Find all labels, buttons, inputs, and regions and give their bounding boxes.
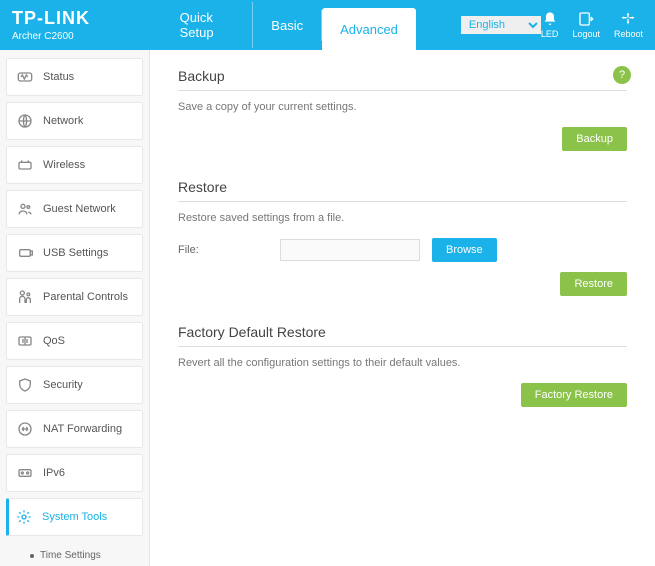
backup-section: Backup Save a copy of your current setti…: [178, 68, 627, 151]
sidebar-item-guest[interactable]: Guest Network: [6, 190, 143, 228]
sidebar-item-nat[interactable]: NAT Forwarding: [6, 410, 143, 448]
sidebar-item-status[interactable]: Status: [6, 58, 143, 96]
ipv6-icon: [17, 465, 33, 481]
logout-icon: [578, 11, 594, 27]
backup-title: Backup: [178, 68, 627, 91]
sidebar-item-parental[interactable]: Parental Controls: [6, 278, 143, 316]
sidebar-item-security[interactable]: Security: [6, 366, 143, 404]
brand-text: TP-LINK: [12, 8, 144, 29]
language-dropdown[interactable]: English: [461, 16, 541, 34]
model-text: Archer C2600: [12, 31, 144, 42]
guest-icon: [17, 201, 33, 217]
restore-section: Restore Restore saved settings from a fi…: [178, 179, 627, 296]
file-input[interactable]: [280, 239, 420, 261]
bell-icon: [542, 11, 558, 27]
restore-title: Restore: [178, 179, 627, 202]
sidebar-item-wireless[interactable]: Wireless: [6, 146, 143, 184]
header-bar: TP-LINK Archer C2600 Quick Setup Basic A…: [0, 0, 655, 50]
content-area: ? Backup Save a copy of your current set…: [150, 50, 655, 566]
reboot-button[interactable]: Reboot: [614, 11, 643, 39]
factory-title: Factory Default Restore: [178, 324, 627, 347]
sidebar-item-usb[interactable]: USB Settings: [6, 234, 143, 272]
header-utils: LED Logout Reboot: [541, 11, 643, 39]
help-button[interactable]: ?: [613, 66, 631, 84]
wireless-icon: [17, 157, 33, 173]
status-icon: [17, 69, 33, 85]
tab-quick-setup[interactable]: Quick Setup: [162, 2, 254, 48]
file-label: File:: [178, 244, 268, 256]
backup-button[interactable]: Backup: [562, 127, 627, 151]
gear-icon: [16, 509, 32, 525]
factory-section: Factory Default Restore Revert all the c…: [178, 324, 627, 407]
bullet-icon: [30, 554, 34, 558]
led-button[interactable]: LED: [541, 11, 559, 39]
shield-icon: [17, 377, 33, 393]
tab-advanced[interactable]: Advanced: [322, 8, 416, 51]
reboot-icon: [620, 11, 636, 27]
usb-icon: [17, 245, 33, 261]
sidebar-item-network[interactable]: Network: [6, 102, 143, 140]
tab-basic[interactable]: Basic: [253, 10, 322, 41]
globe-icon: [17, 113, 33, 129]
sidebar: Status Network Wireless Guest Network US…: [0, 50, 150, 566]
main-tabs: Quick Setup Basic Advanced: [162, 0, 416, 51]
sidebar-item-qos[interactable]: QoS: [6, 322, 143, 360]
sub-item-time[interactable]: Time Settings: [6, 542, 143, 566]
logout-button[interactable]: Logout: [572, 11, 600, 39]
restore-desc: Restore saved settings from a file.: [178, 212, 627, 224]
language-selector[interactable]: English: [461, 16, 541, 34]
backup-desc: Save a copy of your current settings.: [178, 101, 627, 113]
factory-restore-button[interactable]: Factory Restore: [521, 383, 627, 407]
parental-icon: [17, 289, 33, 305]
sidebar-item-ipv6[interactable]: IPv6: [6, 454, 143, 492]
browse-button[interactable]: Browse: [432, 238, 497, 262]
factory-desc: Revert all the configuration settings to…: [178, 357, 627, 369]
sidebar-item-system-tools[interactable]: System Tools: [6, 498, 143, 536]
qos-icon: [17, 333, 33, 349]
logo-area: TP-LINK Archer C2600: [12, 8, 144, 42]
file-row: File: Browse: [178, 238, 627, 262]
restore-button[interactable]: Restore: [560, 272, 627, 296]
nat-icon: [17, 421, 33, 437]
